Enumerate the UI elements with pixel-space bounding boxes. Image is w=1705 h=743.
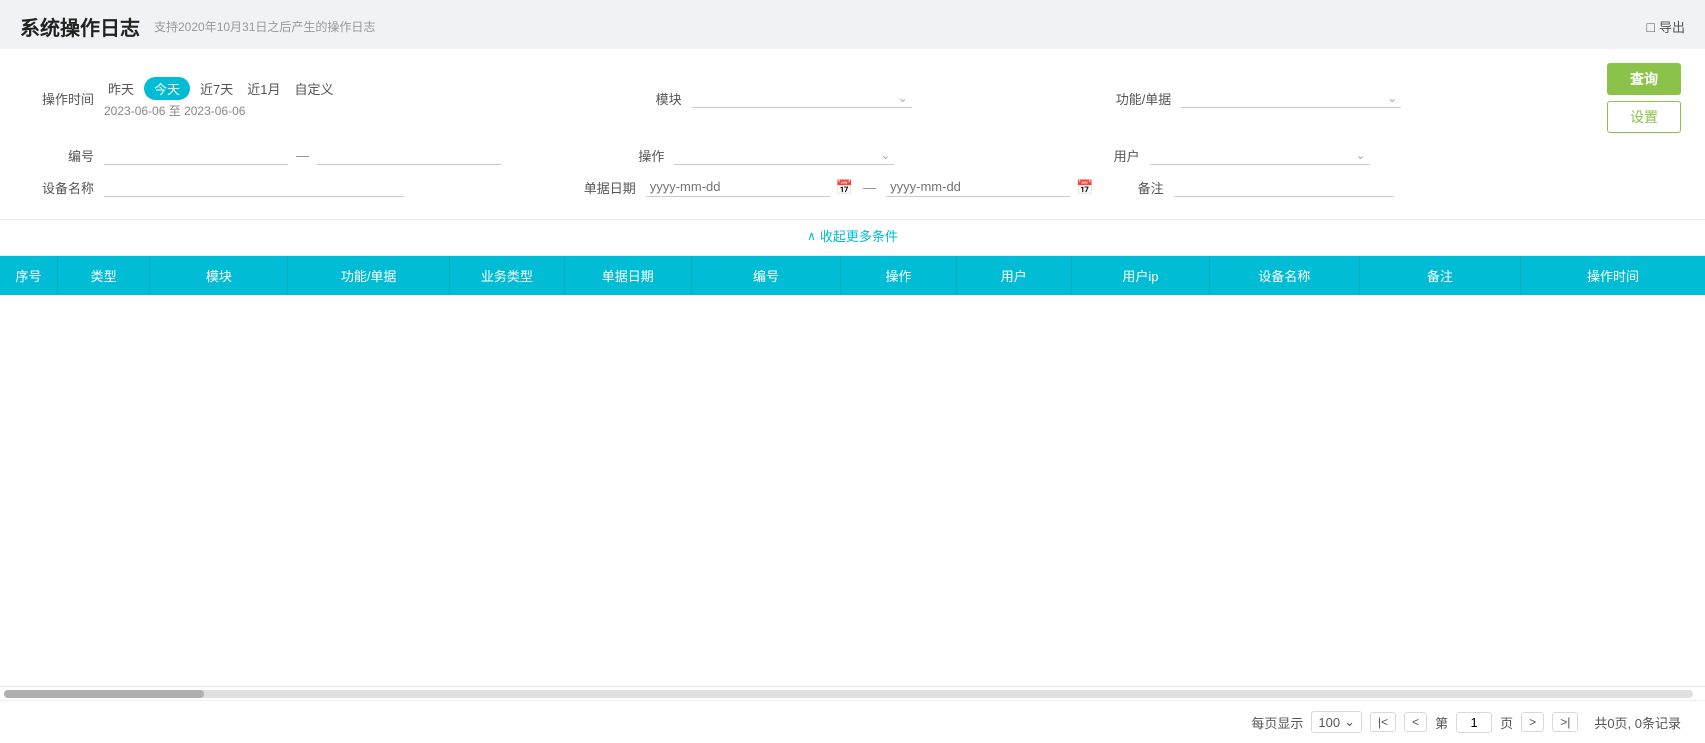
remark-input[interactable] bbox=[1174, 177, 1394, 197]
page-number-input[interactable] bbox=[1456, 712, 1492, 733]
col-index: 序号 bbox=[0, 256, 58, 295]
collapse-bar: ∧ 收起更多条件 bbox=[0, 220, 1705, 256]
collapse-button[interactable]: ∧ 收起更多条件 bbox=[807, 226, 898, 245]
calendar-start-icon[interactable]: 📅 bbox=[836, 179, 853, 196]
col-user-ip: 用户ip bbox=[1071, 256, 1209, 295]
col-operation: 操作 bbox=[841, 256, 956, 295]
prev-page-button[interactable]: < bbox=[1404, 712, 1427, 732]
page-label: 第 bbox=[1435, 713, 1448, 732]
time-label: 操作时间 bbox=[24, 89, 94, 108]
scroll-track bbox=[4, 690, 1693, 698]
table-wrapper: 序号 类型 模块 功能/单据 业务类型 单据日期 编号 操作 用户 用户ip 设… bbox=[0, 256, 1705, 686]
operation-select[interactable]: ⌄ bbox=[674, 146, 894, 165]
col-function: 功能/单据 bbox=[288, 256, 449, 295]
export-icon: □ bbox=[1647, 19, 1655, 35]
table-header-row: 序号 类型 模块 功能/单据 业务类型 单据日期 编号 操作 用户 用户ip 设… bbox=[0, 256, 1705, 295]
pagination: 每页显示 100 ⌄ |< < 第 页 > >| 共0页, 0条记录 bbox=[0, 700, 1705, 743]
number-input-start[interactable] bbox=[104, 145, 288, 165]
date-dash: — bbox=[863, 180, 876, 195]
user-dropdown-icon: ⌄ bbox=[1356, 148, 1366, 162]
col-module: 模块 bbox=[150, 256, 288, 295]
time-btn-7days[interactable]: 近7天 bbox=[196, 77, 237, 100]
user-select[interactable]: ⌄ bbox=[1150, 146, 1370, 165]
device-label: 设备名称 bbox=[24, 178, 94, 197]
col-remark: 备注 bbox=[1359, 256, 1520, 295]
number-col: 编号 — bbox=[24, 145, 594, 165]
page-subtitle: 支持2020年10月31日之后产生的操作日志 bbox=[154, 18, 375, 35]
voucher-date-col: 单据日期 📅 — 📅 bbox=[566, 177, 1094, 197]
filter-area: 操作时间 昨天 今天 近7天 近1月 自定义 2023-06-06 至 2023… bbox=[0, 49, 1705, 220]
date-end-input[interactable] bbox=[886, 177, 1070, 197]
time-btn-1month[interactable]: 近1月 bbox=[243, 77, 284, 100]
device-input[interactable] bbox=[104, 177, 404, 197]
page-size-arrow: ⌄ bbox=[1344, 714, 1355, 730]
time-filter-wrapper: 昨天 今天 近7天 近1月 自定义 2023-06-06 至 2023-06-0… bbox=[104, 77, 338, 119]
col-device: 设备名称 bbox=[1210, 256, 1360, 295]
filter-row-1: 操作时间 昨天 今天 近7天 近1月 自定义 2023-06-06 至 2023… bbox=[24, 63, 1681, 133]
data-table: 序号 类型 模块 功能/单据 业务类型 单据日期 编号 操作 用户 用户ip 设… bbox=[0, 256, 1705, 295]
query-button[interactable]: 查询 bbox=[1607, 63, 1681, 95]
settings-button[interactable]: 设置 bbox=[1607, 101, 1681, 133]
number-input-end[interactable] bbox=[317, 145, 501, 165]
action-buttons: 查询 设置 bbox=[1607, 63, 1681, 133]
operation-label: 操作 bbox=[594, 146, 664, 165]
operation-dropdown-icon: ⌄ bbox=[880, 148, 890, 162]
page-container: 系统操作日志 支持2020年10月31日之后产生的操作日志 □ 导出 操作时间 … bbox=[0, 0, 1705, 743]
function-dropdown-icon: ⌄ bbox=[1387, 91, 1397, 105]
user-col: 用户 ⌄ bbox=[1070, 146, 1545, 165]
col-user: 用户 bbox=[956, 256, 1071, 295]
remark-col: 备注 bbox=[1094, 177, 1545, 197]
col-op-time: 操作时间 bbox=[1521, 256, 1705, 295]
last-page-button[interactable]: >| bbox=[1552, 712, 1578, 732]
device-col: 设备名称 bbox=[24, 177, 566, 197]
date-start-input[interactable] bbox=[646, 177, 830, 197]
col-number: 编号 bbox=[691, 256, 841, 295]
collapse-chevron-icon: ∧ bbox=[807, 229, 816, 243]
time-filter-buttons: 昨天 今天 近7天 近1月 自定义 bbox=[104, 77, 338, 100]
page-size-value: 100 bbox=[1318, 715, 1340, 730]
horizontal-scrollbar[interactable] bbox=[0, 686, 1705, 700]
module-col: 模块 ⌄ bbox=[612, 89, 1102, 108]
user-label: 用户 bbox=[1070, 146, 1140, 165]
page-size-select[interactable]: 100 ⌄ bbox=[1311, 711, 1362, 733]
col-type: 类型 bbox=[58, 256, 150, 295]
time-btn-today[interactable]: 今天 bbox=[144, 77, 190, 100]
page-title: 系统操作日志 bbox=[20, 12, 140, 41]
remark-label: 备注 bbox=[1094, 178, 1164, 197]
module-label: 模块 bbox=[612, 89, 682, 108]
function-col: 功能/单据 ⌄ bbox=[1101, 89, 1591, 108]
next-page-button[interactable]: > bbox=[1521, 712, 1544, 732]
time-filter-col: 操作时间 昨天 今天 近7天 近1月 自定义 2023-06-06 至 2023… bbox=[24, 77, 612, 119]
export-label: 导出 bbox=[1659, 17, 1685, 36]
pagination-summary: 共0页, 0条记录 bbox=[1594, 713, 1681, 732]
time-btn-yesterday[interactable]: 昨天 bbox=[104, 77, 138, 100]
operation-col: 操作 ⌄ bbox=[594, 146, 1069, 165]
module-select[interactable]: ⌄ bbox=[692, 89, 912, 108]
calendar-end-icon[interactable]: 📅 bbox=[1076, 179, 1093, 196]
page-size-label: 每页显示 bbox=[1251, 713, 1303, 732]
number-label: 编号 bbox=[24, 146, 94, 165]
time-btn-custom[interactable]: 自定义 bbox=[291, 77, 338, 100]
export-button[interactable]: □ 导出 bbox=[1647, 17, 1685, 36]
col-voucher-date: 单据日期 bbox=[564, 256, 691, 295]
date-range: 📅 — 📅 bbox=[646, 177, 1094, 197]
col-biz-type: 业务类型 bbox=[449, 256, 564, 295]
collapse-label: 收起更多条件 bbox=[820, 226, 898, 245]
module-dropdown-icon: ⌄ bbox=[898, 91, 908, 105]
voucher-date-label: 单据日期 bbox=[566, 178, 636, 197]
table-header: 序号 类型 模块 功能/单据 业务类型 单据日期 编号 操作 用户 用户ip 设… bbox=[0, 256, 1705, 295]
first-page-button[interactable]: |< bbox=[1370, 712, 1396, 732]
header-left: 系统操作日志 支持2020年10月31日之后产生的操作日志 bbox=[20, 12, 375, 41]
filter-row-3: 设备名称 单据日期 📅 — 📅 备注 bbox=[24, 177, 1681, 197]
function-select[interactable]: ⌄ bbox=[1181, 89, 1401, 108]
empty-area bbox=[0, 295, 1705, 615]
filter-row-2: 编号 — 操作 ⌄ 用户 ⌄ bbox=[24, 145, 1681, 165]
scroll-thumb[interactable] bbox=[4, 690, 204, 698]
number-dash: — bbox=[296, 148, 309, 163]
function-label: 功能/单据 bbox=[1101, 89, 1171, 108]
page-header: 系统操作日志 支持2020年10月31日之后产生的操作日志 □ 导出 bbox=[0, 0, 1705, 49]
time-range: 2023-06-06 至 2023-06-06 bbox=[104, 102, 338, 119]
page-suffix: 页 bbox=[1500, 713, 1513, 732]
